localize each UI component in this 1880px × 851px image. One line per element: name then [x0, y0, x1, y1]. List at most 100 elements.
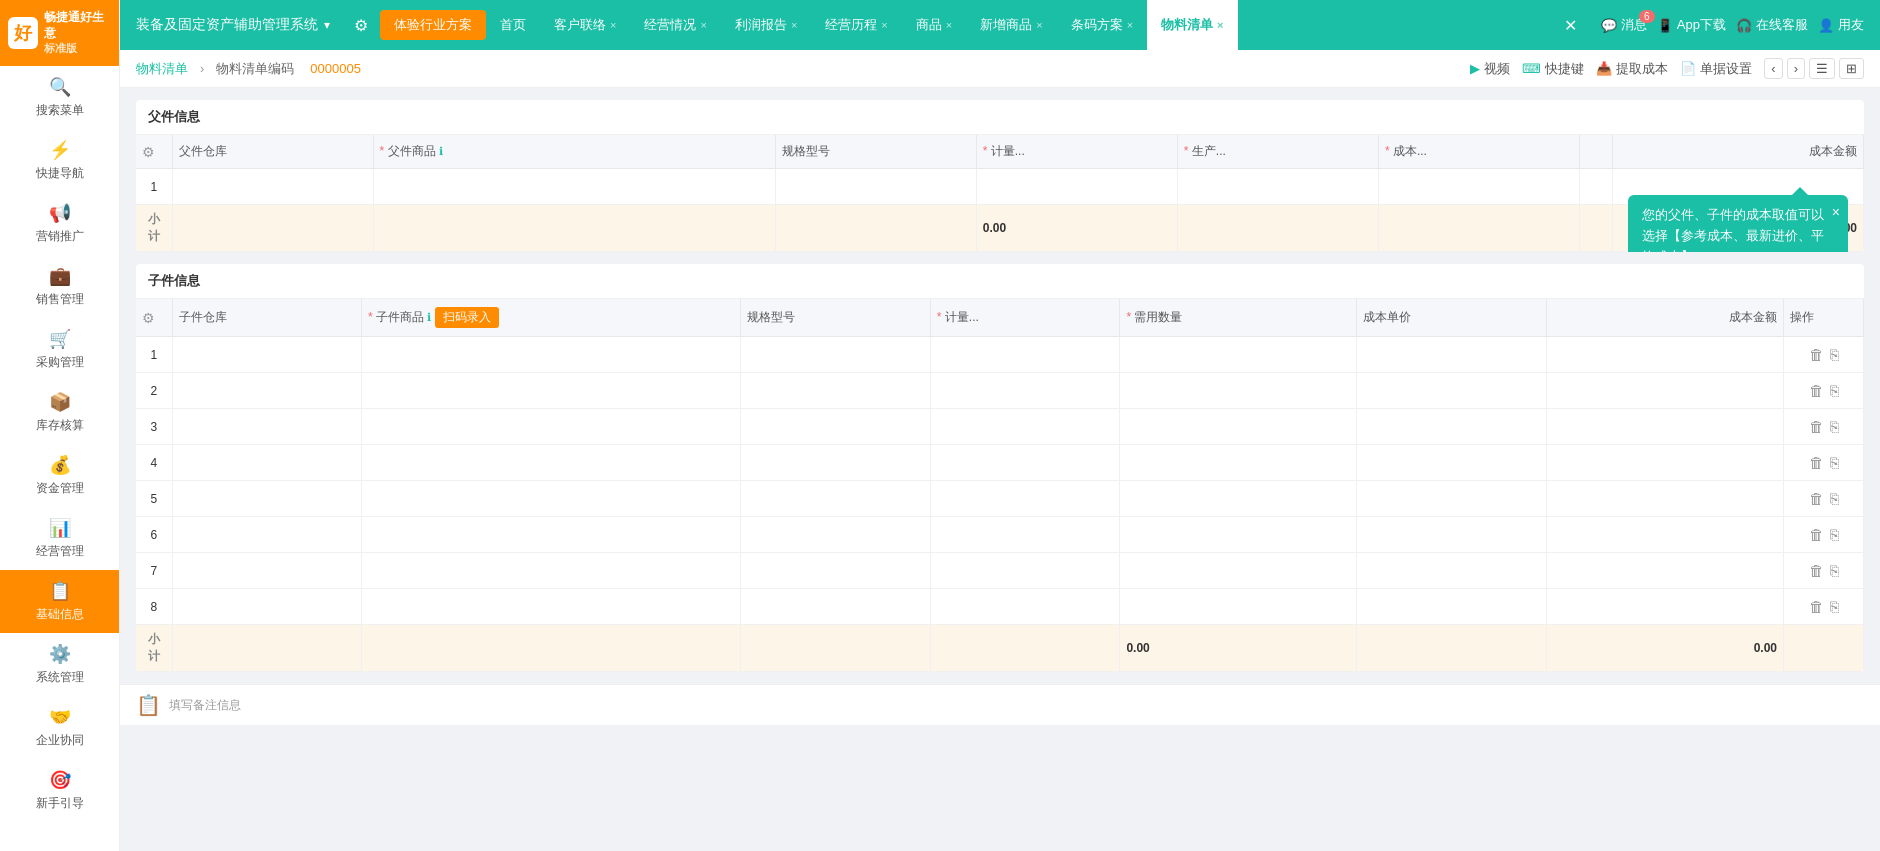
sidebar-item-purchase[interactable]: 🛒采购管理 — [0, 318, 119, 381]
parent-production-cell[interactable] — [1177, 169, 1378, 205]
child-product-1[interactable] — [362, 373, 741, 409]
child-quantity-0[interactable] — [1120, 337, 1357, 373]
page-next-button[interactable]: › — [1787, 58, 1805, 79]
child-warehouse-2[interactable] — [172, 409, 362, 445]
delete-icon-1[interactable]: 🗑 — [1809, 382, 1824, 399]
page-list-button[interactable]: ☰ — [1809, 58, 1835, 79]
child-settings-gear-icon[interactable]: ⚙ — [142, 310, 155, 326]
copy-icon-0[interactable]: ⎘ — [1830, 346, 1839, 363]
breadcrumb-main[interactable]: 物料清单 — [136, 60, 188, 78]
delete-icon-0[interactable]: 🗑 — [1809, 346, 1824, 363]
nav-tab-6[interactable]: 新增商品 × — [966, 0, 1056, 50]
sidebar-item-basic[interactable]: 📋基础信息 — [0, 570, 119, 633]
copy-icon-1[interactable]: ⎘ — [1830, 382, 1839, 399]
nav-tab-1[interactable]: 客户联络 × — [540, 0, 630, 50]
child-quantity-2[interactable] — [1120, 409, 1357, 445]
extract-cost-button[interactable]: 📥 提取成本 — [1596, 60, 1668, 78]
single-settings-button[interactable]: 📄 单据设置 — [1680, 60, 1752, 78]
child-product-6[interactable] — [362, 553, 741, 589]
sidebar-item-search[interactable]: 🔍搜索菜单 — [0, 66, 119, 129]
settings-gear-icon[interactable]: ⚙ — [142, 144, 155, 160]
sidebar-item-quick-nav[interactable]: ⚡快捷导航 — [0, 129, 119, 192]
tab-close-2[interactable]: × — [700, 19, 706, 31]
sidebar-item-marketing[interactable]: 📢营销推广 — [0, 192, 119, 255]
scan-input-button[interactable]: 扫码录入 — [435, 307, 499, 328]
tab-close-4[interactable]: × — [881, 19, 887, 31]
child-spec-0[interactable] — [741, 337, 931, 373]
child-spec-7[interactable] — [741, 589, 931, 625]
nav-tab-0[interactable]: 首页 — [486, 0, 540, 50]
trial-button[interactable]: 体验行业方案 — [380, 10, 486, 40]
system-title-arrow[interactable]: ▾ — [324, 18, 330, 32]
close-all-tabs-button[interactable]: ✕ — [1556, 16, 1585, 35]
child-unit-5[interactable] — [930, 517, 1120, 553]
delete-icon-6[interactable]: 🗑 — [1809, 562, 1824, 579]
child-unit-1[interactable] — [930, 373, 1120, 409]
child-quantity-1[interactable] — [1120, 373, 1357, 409]
page-prev-button[interactable]: ‹ — [1764, 58, 1782, 79]
child-unit-price-2[interactable] — [1357, 409, 1547, 445]
child-warehouse-1[interactable] — [172, 373, 362, 409]
delete-icon-2[interactable]: 🗑 — [1809, 418, 1824, 435]
user-menu-button[interactable]: 👤 用友 — [1818, 16, 1864, 34]
delete-icon-5[interactable]: 🗑 — [1809, 526, 1824, 543]
child-warehouse-6[interactable] — [172, 553, 362, 589]
child-unit-price-3[interactable] — [1357, 445, 1547, 481]
child-unit-4[interactable] — [930, 481, 1120, 517]
child-spec-6[interactable] — [741, 553, 931, 589]
tab-close-6[interactable]: × — [1036, 19, 1042, 31]
sidebar-item-sales[interactable]: 💼销售管理 — [0, 255, 119, 318]
sidebar-item-guide[interactable]: 🎯新手引导 — [0, 759, 119, 822]
shortcut-button[interactable]: ⌨ 快捷键 — [1522, 60, 1584, 78]
child-warehouse-0[interactable] — [172, 337, 362, 373]
child-unit-3[interactable] — [930, 445, 1120, 481]
child-product-2[interactable] — [362, 409, 741, 445]
child-quantity-7[interactable] — [1120, 589, 1357, 625]
child-quantity-4[interactable] — [1120, 481, 1357, 517]
copy-icon-7[interactable]: ⎘ — [1830, 598, 1839, 615]
child-unit-price-6[interactable] — [1357, 553, 1547, 589]
nav-tab-7[interactable]: 条码方案 × — [1057, 0, 1147, 50]
child-warehouse-4[interactable] — [172, 481, 362, 517]
delete-icon-4[interactable]: 🗑 — [1809, 490, 1824, 507]
copy-icon-2[interactable]: ⎘ — [1830, 418, 1839, 435]
child-unit-price-5[interactable] — [1357, 517, 1547, 553]
parent-unit-cell[interactable] — [976, 169, 1177, 205]
parent-warehouse-cell[interactable] — [172, 169, 373, 205]
parent-product-cell[interactable] — [373, 169, 775, 205]
page-expand-button[interactable]: ⊞ — [1839, 58, 1864, 79]
child-unit-7[interactable] — [930, 589, 1120, 625]
parent-spec-cell[interactable] — [775, 169, 976, 205]
sidebar-item-finance[interactable]: 💰资金管理 — [0, 444, 119, 507]
delete-icon-7[interactable]: 🗑 — [1809, 598, 1824, 615]
child-spec-1[interactable] — [741, 373, 931, 409]
messages-button[interactable]: 💬 消息 6 — [1601, 16, 1647, 34]
child-unit-price-4[interactable] — [1357, 481, 1547, 517]
child-unit-0[interactable] — [930, 337, 1120, 373]
sidebar-item-enterprise[interactable]: 🤝企业协同 — [0, 696, 119, 759]
tab-close-1[interactable]: × — [610, 19, 616, 31]
nav-tab-5[interactable]: 商品 × — [902, 0, 966, 50]
child-product-5[interactable] — [362, 517, 741, 553]
tab-close-5[interactable]: × — [946, 19, 952, 31]
sidebar-item-inventory[interactable]: 📦库存核算 — [0, 381, 119, 444]
tooltip-close-button[interactable]: × — [1832, 201, 1840, 223]
nav-tab-8[interactable]: 物料清单 × — [1147, 0, 1237, 50]
copy-icon-6[interactable]: ⎘ — [1830, 562, 1839, 579]
tab-close-8[interactable]: × — [1217, 19, 1223, 31]
child-warehouse-7[interactable] — [172, 589, 362, 625]
child-product-3[interactable] — [362, 445, 741, 481]
parent-costtype-cell[interactable] — [1378, 169, 1579, 205]
child-warehouse-3[interactable] — [172, 445, 362, 481]
child-quantity-3[interactable] — [1120, 445, 1357, 481]
child-product-4[interactable] — [362, 481, 741, 517]
copy-icon-4[interactable]: ⎘ — [1830, 490, 1839, 507]
tab-close-3[interactable]: × — [791, 19, 797, 31]
delete-icon-3[interactable]: 🗑 — [1809, 454, 1824, 471]
gear-button[interactable]: ⚙ — [346, 16, 376, 35]
child-unit-6[interactable] — [930, 553, 1120, 589]
tab-close-7[interactable]: × — [1127, 19, 1133, 31]
sidebar-item-system[interactable]: ⚙️系统管理 — [0, 633, 119, 696]
nav-tab-2[interactable]: 经营情况 × — [630, 0, 720, 50]
sidebar-item-operation[interactable]: 📊经营管理 — [0, 507, 119, 570]
